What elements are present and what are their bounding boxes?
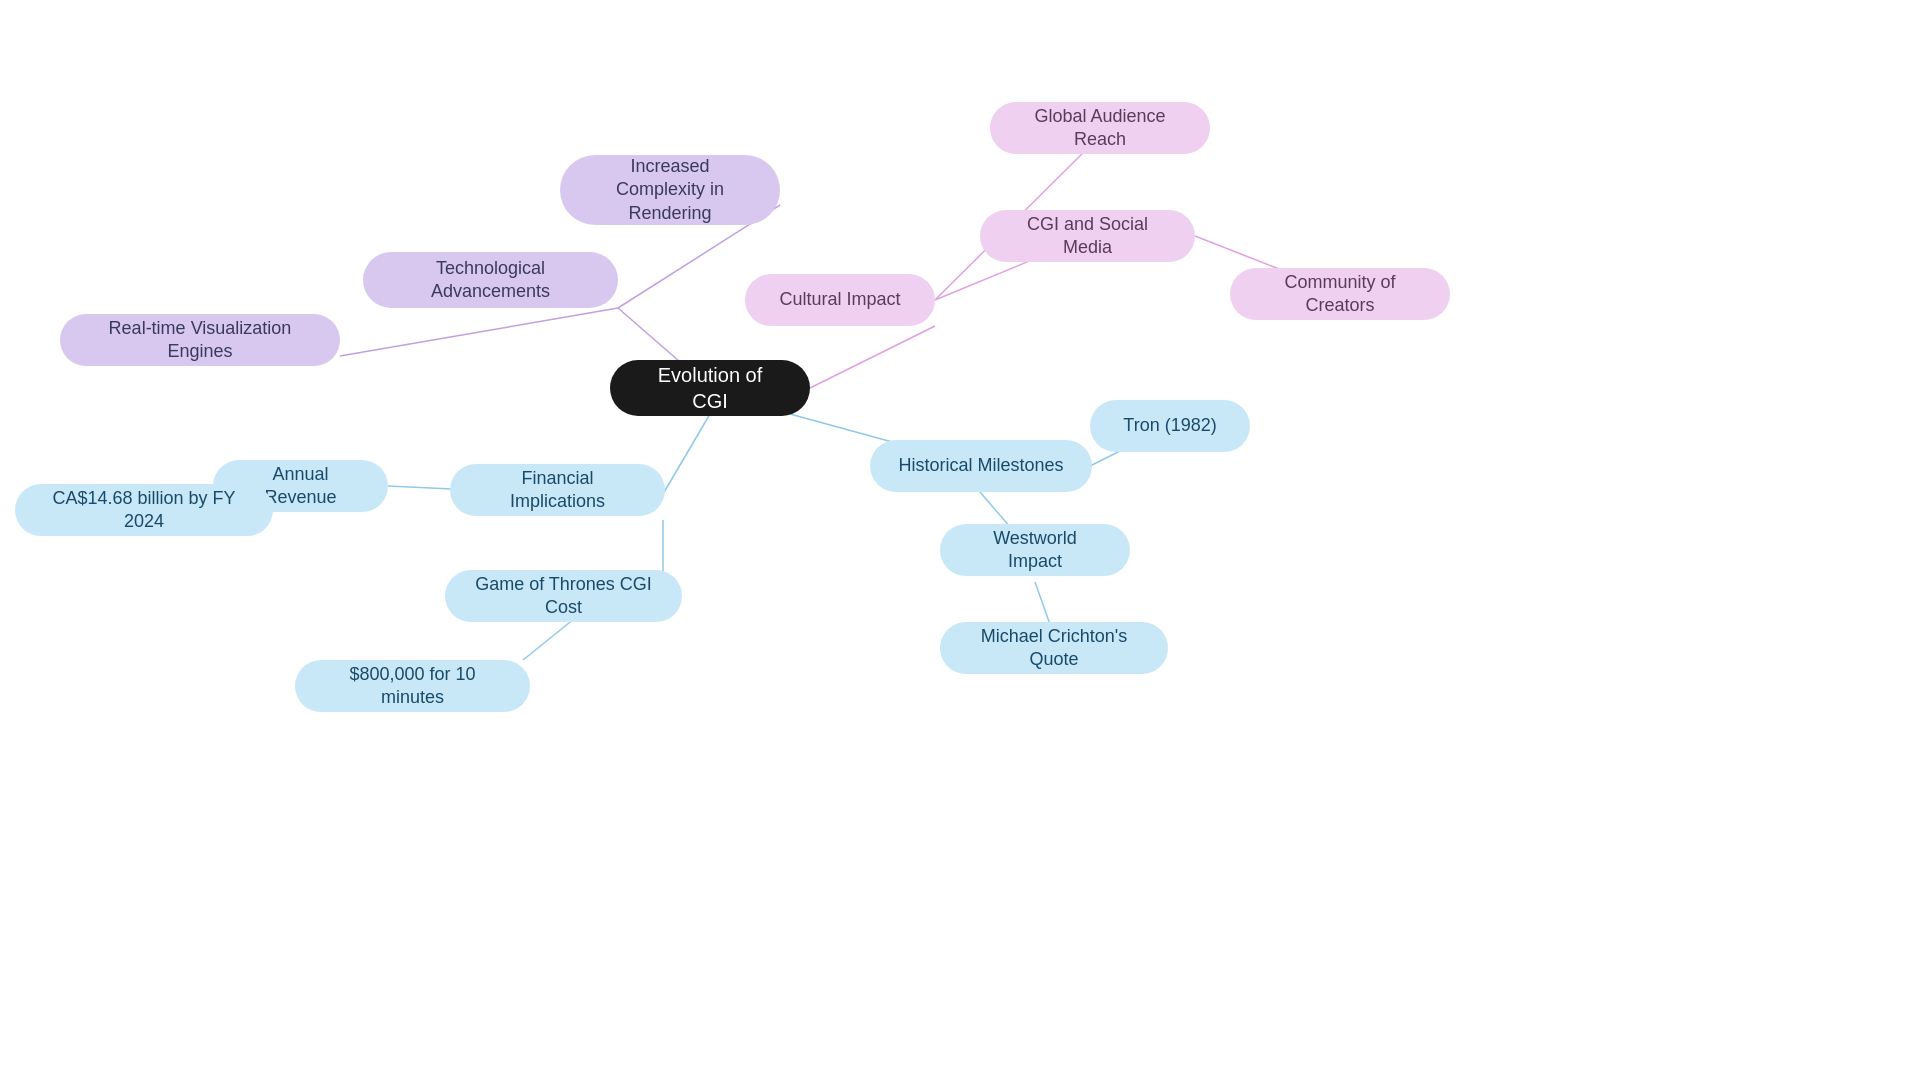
cultural-impact-node: Cultural Impact [745, 274, 935, 326]
increased-complexity-node: Increased Complexity in Rendering [560, 155, 780, 225]
center-node: Evolution of CGI [610, 360, 810, 416]
michael-crichton-node: Michael Crichton's Quote [940, 622, 1168, 674]
historical-milestones-node: Historical Milestones [870, 440, 1092, 492]
svg-line-11 [663, 414, 710, 494]
ca14-billion-node: CA$14.68 billion by FY 2024 [15, 484, 273, 536]
technological-advancements-node: Technological Advancements [363, 252, 618, 308]
cgi-social-media-node: CGI and Social Media [980, 210, 1195, 262]
tron-node: Tron (1982) [1090, 400, 1250, 452]
community-of-creators-node: Community of Creators [1230, 268, 1450, 320]
svg-line-2 [340, 308, 618, 356]
800k-node: $800,000 for 10 minutes [295, 660, 530, 712]
svg-line-3 [810, 326, 935, 388]
financial-implications-node: Financial Implications [450, 464, 665, 516]
realtime-visualization-node: Real-time Visualization Engines [60, 314, 340, 366]
game-of-thrones-node: Game of Thrones CGI Cost [445, 570, 682, 622]
westworld-impact-node: Westworld Impact [940, 524, 1130, 576]
global-audience-node: Global Audience Reach [990, 102, 1210, 154]
